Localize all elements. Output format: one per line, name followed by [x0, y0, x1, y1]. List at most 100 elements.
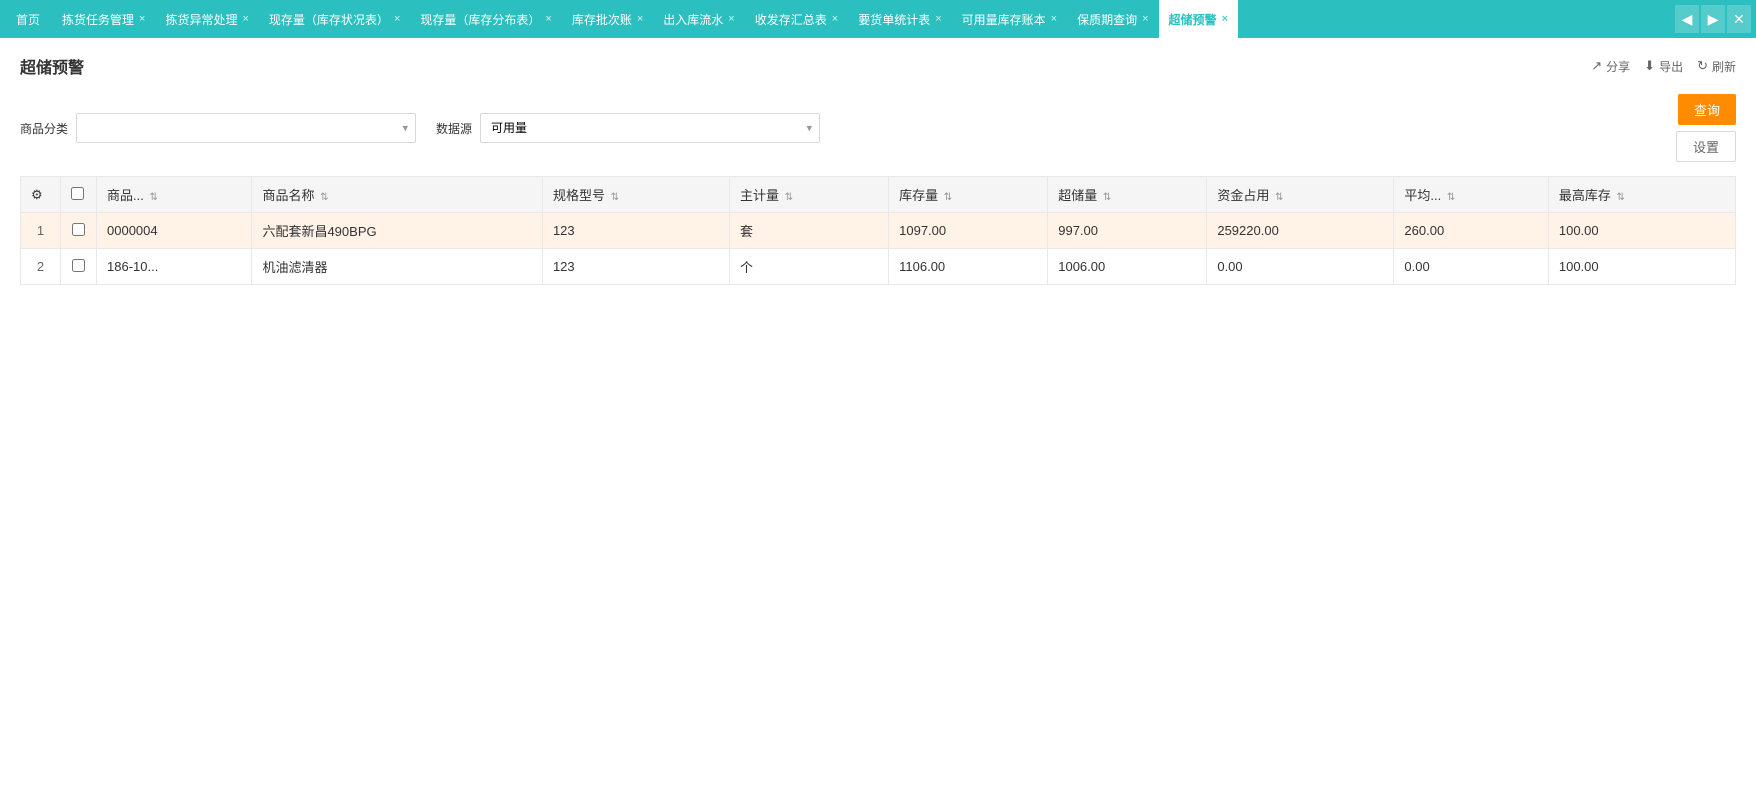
nav-home[interactable]: 首页 — [4, 11, 52, 28]
export-button[interactable]: ⬇ 导出 — [1644, 58, 1683, 75]
col-settings-gear[interactable]: ⚙ — [21, 177, 61, 213]
cell-capital: 0.00 — [1207, 249, 1394, 285]
tab-overstock[interactable]: 超储预警 × — [1159, 0, 1238, 38]
close-icon[interactable]: × — [832, 13, 838, 25]
cell-stock: 1097.00 — [889, 213, 1048, 249]
nav-next-btn[interactable]: ▶ — [1701, 5, 1725, 33]
tab-avail-account[interactable]: 可用量库存账本 × — [952, 0, 1067, 38]
row-checkbox-cell[interactable] — [61, 249, 97, 285]
category-select[interactable] — [76, 113, 416, 143]
tab-batch[interactable]: 库存批次账 × — [562, 0, 653, 38]
close-icon[interactable]: × — [728, 13, 734, 25]
col-header-name[interactable]: 商品名称 ⇅ — [252, 177, 543, 213]
sort-icon: ⇅ — [1447, 192, 1455, 203]
tab-quality[interactable]: 保质期查询 × — [1067, 0, 1158, 38]
sort-icon: ⇅ — [1275, 192, 1283, 203]
export-icon: ⬇ — [1644, 58, 1655, 74]
share-button[interactable]: ↗ 分享 — [1591, 58, 1630, 75]
col-header-maxstock[interactable]: 最高库存 ⇅ — [1548, 177, 1735, 213]
filter-category: 商品分类 ▾ — [20, 113, 416, 143]
tab-inout[interactable]: 出入库流水 × — [653, 0, 744, 38]
data-table: ⚙ 商品... ⇅ 商品名称 ⇅ 规格型号 ⇅ 主计量 — [20, 176, 1736, 285]
tab-taohuo-err[interactable]: 拣货异常处理 × — [155, 0, 258, 38]
close-icon[interactable]: × — [394, 13, 400, 25]
cell-code: 0000004 — [97, 213, 252, 249]
category-select-wrapper: ▾ — [76, 113, 416, 143]
category-label: 商品分类 — [20, 120, 68, 137]
page-content: 超储预警 ↗ 分享 ⬇ 导出 ↻ 刷新 商品分类 ▾ — [0, 38, 1756, 800]
settings-button[interactable]: 设置 — [1676, 131, 1736, 162]
col-header-over[interactable]: 超储量 ⇅ — [1048, 177, 1207, 213]
row-num: 2 — [21, 249, 61, 285]
table-header: ⚙ 商品... ⇅ 商品名称 ⇅ 规格型号 ⇅ 主计量 — [21, 177, 1736, 213]
cell-avg: 0.00 — [1394, 249, 1548, 285]
cell-maxstock: 100.00 — [1548, 213, 1735, 249]
close-icon[interactable]: × — [1142, 13, 1148, 25]
close-icon[interactable]: × — [1222, 13, 1228, 25]
cell-maxstock: 100.00 — [1548, 249, 1735, 285]
table-body: 1 0000004 六配套新昌490BPG 123 套 1097.00 997.… — [21, 213, 1736, 285]
cell-spec: 123 — [542, 213, 729, 249]
tab-collect[interactable]: 收发存汇总表 × — [745, 0, 848, 38]
close-icon[interactable]: × — [935, 13, 941, 25]
sort-icon: ⇅ — [1103, 192, 1111, 203]
filter-row: 商品分类 ▾ 数据源 可用量 ▾ 查询 设置 — [20, 94, 1736, 162]
cell-over: 997.00 — [1048, 213, 1207, 249]
filter-datasource: 数据源 可用量 ▾ — [436, 113, 820, 143]
row-num: 1 — [21, 213, 61, 249]
col-header-avg[interactable]: 平均... ⇅ — [1394, 177, 1548, 213]
table-row: 1 0000004 六配套新昌490BPG 123 套 1097.00 997.… — [21, 213, 1736, 249]
cell-spec: 123 — [542, 249, 729, 285]
refresh-button[interactable]: ↻ 刷新 — [1697, 58, 1736, 75]
close-icon[interactable]: × — [1051, 13, 1057, 25]
refresh-icon: ↻ — [1697, 58, 1708, 74]
filter-buttons: 查询 设置 — [1676, 94, 1736, 162]
sort-icon: ⇅ — [149, 192, 157, 203]
top-nav: 首页 拣货任务管理 × 拣货异常处理 × 现存量（库存状况表） × 现存量（库存… — [0, 0, 1756, 38]
datasource-select-wrapper: 可用量 ▾ — [480, 113, 820, 143]
tab-taohuo[interactable]: 拣货任务管理 × — [52, 0, 155, 38]
close-icon[interactable]: × — [139, 13, 145, 25]
sort-icon: ⇅ — [320, 192, 328, 203]
sort-icon: ⇅ — [944, 192, 952, 203]
cell-avg: 260.00 — [1394, 213, 1548, 249]
cell-unit: 个 — [730, 249, 889, 285]
select-all-checkbox[interactable] — [71, 187, 84, 200]
sort-icon: ⇅ — [785, 192, 793, 203]
table-row: 2 186-10... 机油滤清器 123 个 1106.00 1006.00 … — [21, 249, 1736, 285]
share-icon: ↗ — [1591, 58, 1602, 74]
row-checkbox[interactable] — [72, 259, 85, 272]
cell-capital: 259220.00 — [1207, 213, 1394, 249]
page-title: 超储预警 — [20, 54, 84, 78]
sort-icon: ⇅ — [611, 192, 619, 203]
tab-stock-status[interactable]: 现存量（库存状况表） × — [259, 0, 410, 38]
col-header-code[interactable]: 商品... ⇅ — [97, 177, 252, 213]
col-header-stock[interactable]: 库存量 ⇅ — [889, 177, 1048, 213]
col-header-capital[interactable]: 资金占用 ⇅ — [1207, 177, 1394, 213]
cell-unit: 套 — [730, 213, 889, 249]
row-checkbox-cell[interactable] — [61, 213, 97, 249]
sort-icon: ⇅ — [1617, 192, 1625, 203]
nav-arrows: ◀ ▶ ✕ — [1674, 5, 1752, 33]
tab-order-stat[interactable]: 要货单统计表 × — [848, 0, 951, 38]
col-header-spec[interactable]: 规格型号 ⇅ — [542, 177, 729, 213]
cell-name: 机油滤清器 — [252, 249, 543, 285]
cell-over: 1006.00 — [1048, 249, 1207, 285]
query-button[interactable]: 查询 — [1678, 94, 1736, 125]
cell-stock: 1106.00 — [889, 249, 1048, 285]
col-header-unit[interactable]: 主计量 ⇅ — [730, 177, 889, 213]
close-icon[interactable]: × — [545, 13, 551, 25]
nav-close-btn[interactable]: ✕ — [1727, 5, 1751, 33]
datasource-select[interactable]: 可用量 — [480, 113, 820, 143]
tab-stock-dist[interactable]: 现存量（库存分布表） × — [410, 0, 561, 38]
close-icon[interactable]: × — [242, 13, 248, 25]
close-icon[interactable]: × — [637, 13, 643, 25]
cell-code: 186-10... — [97, 249, 252, 285]
col-header-check[interactable] — [61, 177, 97, 213]
datasource-label: 数据源 — [436, 120, 472, 137]
row-checkbox[interactable] — [72, 223, 85, 236]
gear-icon: ⚙ — [31, 187, 43, 202]
page-header: 超储预警 ↗ 分享 ⬇ 导出 ↻ 刷新 — [20, 54, 1736, 78]
cell-name: 六配套新昌490BPG — [252, 213, 543, 249]
nav-prev-btn[interactable]: ◀ — [1675, 5, 1699, 33]
